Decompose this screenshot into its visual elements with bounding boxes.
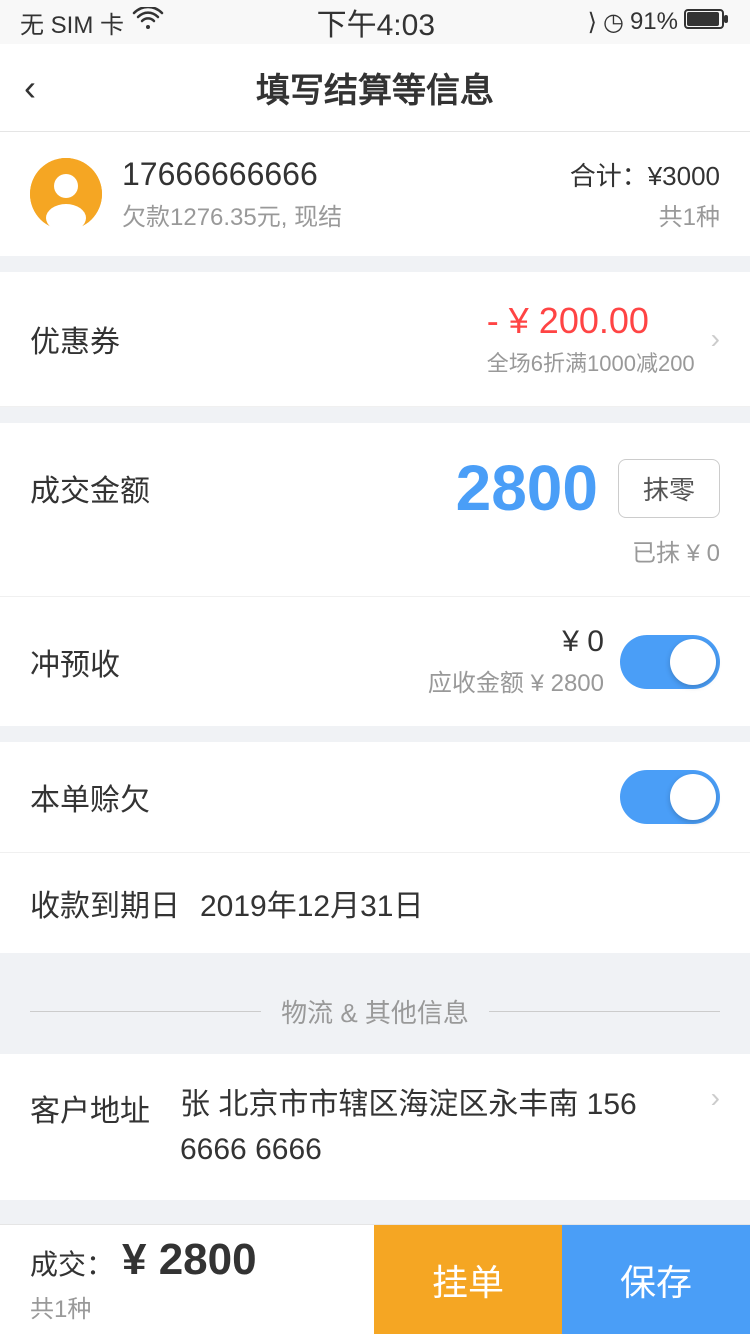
- customer-debt: 欠款1276.35元, 现结: [122, 197, 342, 232]
- bottom-summary: 成交： ¥ 2800 共1种: [0, 1235, 374, 1324]
- bottom-deal-count: 共1种: [30, 1289, 344, 1324]
- coupon-desc: 全场6折满1000减200: [487, 346, 695, 378]
- location-icon: ⟩: [588, 8, 597, 37]
- total-amount: 合计：¥3000: [570, 156, 720, 193]
- battery-text: 91%: [630, 8, 678, 36]
- coupon-value-block: - ¥ 200.00 全场6折满1000减200: [487, 300, 695, 378]
- wifi-icon: [132, 7, 164, 38]
- customer-card: 17666666666 欠款1276.35元, 现结 合计：¥3000 共1种: [0, 132, 750, 256]
- divider-3: [0, 726, 750, 742]
- nav-bar: ‹ 填写结算等信息: [0, 44, 750, 132]
- address-content: 张 北京市市辖区海淀区永丰南 156 6666 6666: [180, 1082, 691, 1172]
- page-title: 填写结算等信息: [256, 63, 494, 112]
- total-count: 共1种: [570, 197, 720, 232]
- pre-receipt-toggle[interactable]: [620, 635, 720, 689]
- toggle-knob: [670, 639, 716, 685]
- back-button[interactable]: ‹: [24, 67, 36, 109]
- pre-receipt-section: 冲预收 ¥ 0 应收金额 ¥ 2800: [0, 596, 750, 726]
- sim-status: 无 SIM 卡: [20, 5, 124, 40]
- status-bar: 无 SIM 卡 下午4:03 ⟩ ◷ 91%: [0, 0, 750, 44]
- deal-amount-section: 成交金额 2800 抹零 已抹 ¥ 0: [0, 423, 750, 596]
- pre-receivable: 应收金额 ¥ 2800: [428, 663, 604, 698]
- deal-right: 2800 抹零: [456, 451, 720, 525]
- battery-icon: [684, 7, 730, 38]
- status-time: 下午4:03: [317, 0, 435, 44]
- divider-2: [0, 407, 750, 423]
- due-date-value: 2019年12月31日: [200, 881, 423, 925]
- debt-row: 本单赊欠: [30, 770, 720, 824]
- divider-4: [0, 953, 750, 969]
- status-left: 无 SIM 卡: [20, 5, 164, 40]
- logistics-header: 物流 & 其他信息: [0, 969, 750, 1054]
- round-button[interactable]: 抹零: [618, 459, 720, 518]
- pre-receipt-label: 冲预收: [30, 640, 120, 684]
- hang-button[interactable]: 挂单: [374, 1225, 562, 1334]
- coupon-amount: - ¥ 200.00: [487, 300, 695, 342]
- pre-amount-block: ¥ 0 应收金额 ¥ 2800: [428, 625, 604, 698]
- bottom-deal-row: 成交： ¥ 2800: [30, 1235, 344, 1285]
- due-date-section: 收款到期日 2019年12月31日: [0, 852, 750, 953]
- customer-total: 合计：¥3000 共1种: [570, 156, 720, 232]
- bottom-deal-amount: ¥ 2800: [122, 1235, 257, 1285]
- save-button[interactable]: 保存: [562, 1225, 750, 1334]
- coupon-row[interactable]: 优惠券 - ¥ 200.00 全场6折满1000减200 ›: [0, 272, 750, 407]
- bottom-bar: 成交： ¥ 2800 共1种 挂单 保存: [0, 1224, 750, 1334]
- content-area: 17666666666 欠款1276.35元, 现结 合计：¥3000 共1种 …: [0, 132, 750, 1320]
- chevron-right-icon: ›: [711, 323, 720, 355]
- customer-info: 17666666666 欠款1276.35元, 现结: [122, 156, 342, 232]
- divider-1: [0, 256, 750, 272]
- coupon-label: 优惠券: [30, 317, 120, 361]
- debt-toggle[interactable]: [620, 770, 720, 824]
- pre-row: 冲预收 ¥ 0 应收金额 ¥ 2800: [30, 625, 720, 698]
- status-right: ⟩ ◷ 91%: [588, 7, 730, 38]
- divider-line-left: [30, 1011, 261, 1012]
- alarm-icon: ◷: [603, 8, 624, 37]
- due-row: 收款到期日 2019年12月31日: [30, 881, 720, 925]
- address-section[interactable]: 客户地址 张 北京市市辖区海淀区永丰南 156 6666 6666 ›: [0, 1054, 750, 1200]
- debt-toggle-knob: [670, 774, 716, 820]
- deal-row: 成交金额 2800 抹零: [30, 451, 720, 525]
- coupon-right: - ¥ 200.00 全场6折满1000减200 ›: [487, 300, 720, 378]
- deal-sub-text: 已抹 ¥ 0: [30, 533, 720, 568]
- divider-line-right: [489, 1011, 720, 1012]
- deal-amount-value: 2800: [456, 451, 598, 525]
- logistics-title: 物流 & 其他信息: [281, 993, 469, 1030]
- address-label: 客户地址: [30, 1082, 150, 1130]
- debt-section: 本单赊欠: [0, 742, 750, 852]
- debt-label: 本单赊欠: [30, 775, 150, 819]
- pre-right: ¥ 0 应收金额 ¥ 2800: [428, 625, 720, 698]
- deal-label: 成交金额: [30, 466, 150, 510]
- address-chevron-icon: ›: [711, 1082, 720, 1114]
- bottom-deal-label: 成交：: [30, 1243, 114, 1283]
- pre-amount: ¥ 0: [428, 625, 604, 659]
- customer-left: 17666666666 欠款1276.35元, 现结: [30, 156, 342, 232]
- due-date-label: 收款到期日: [30, 881, 180, 925]
- avatar: [30, 158, 102, 230]
- customer-phone: 17666666666: [122, 156, 342, 193]
